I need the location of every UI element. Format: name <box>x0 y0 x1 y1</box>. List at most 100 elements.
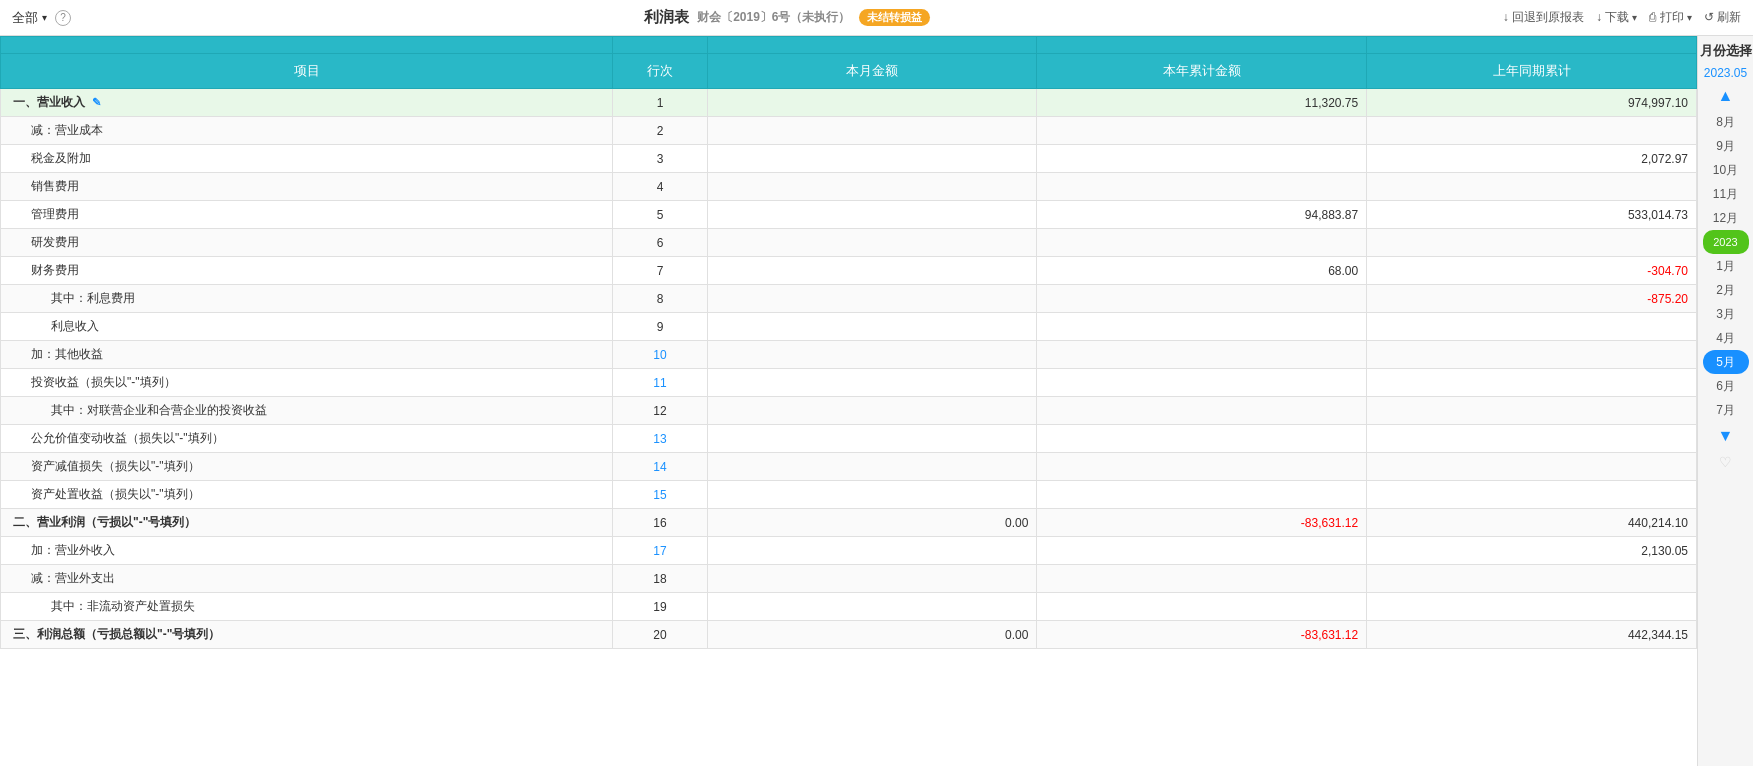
cell-year <box>1037 285 1367 313</box>
cell-item: 财务费用 <box>1 257 613 285</box>
cell-year: 94,883.87 <box>1037 201 1367 229</box>
col-header-year <box>1037 37 1367 54</box>
month-item[interactable]: 12月 <box>1703 206 1749 230</box>
cell-prev: 442,344.15 <box>1367 621 1697 649</box>
cell-month: 0.00 <box>707 509 1037 537</box>
month-item[interactable]: 7月 <box>1703 398 1749 422</box>
cell-month <box>707 89 1037 117</box>
cell-row-num: 18 <box>613 565 707 593</box>
cell-item: 减：营业成本 <box>1 117 613 145</box>
cell-item: 加：营业外收入 <box>1 537 613 565</box>
all-dropdown[interactable]: 全部 ▾ <box>12 9 47 27</box>
cell-prev <box>1367 397 1697 425</box>
cell-item: 资产减值损失（损失以"-"填列） <box>1 453 613 481</box>
cell-item: 利息收入 <box>1 313 613 341</box>
nav-down[interactable]: ▼ <box>1714 424 1738 448</box>
th-year: 本年累计金额 <box>1037 54 1367 89</box>
cell-prev <box>1367 117 1697 145</box>
cell-year <box>1037 229 1367 257</box>
month-item[interactable]: 1月 <box>1703 254 1749 278</box>
month-item[interactable]: 5月 <box>1703 350 1749 374</box>
cell-row-num: 12 <box>613 397 707 425</box>
cell-month <box>707 397 1037 425</box>
cell-month <box>707 425 1037 453</box>
top-bar-center: 利润表 财会〔2019〕6号（未执行） 未结转损益 <box>644 8 929 27</box>
cell-row-num: 15 <box>613 481 707 509</box>
cell-year <box>1037 397 1367 425</box>
cell-prev <box>1367 229 1697 257</box>
table-row: 其中：非流动资产处置损失19 <box>1 593 1697 621</box>
all-label: 全部 <box>12 9 38 27</box>
month-item[interactable]: 9月 <box>1703 134 1749 158</box>
cell-year <box>1037 173 1367 201</box>
status-badge: 未结转损益 <box>859 9 930 26</box>
cell-prev <box>1367 593 1697 621</box>
cell-year: -83,631.12 <box>1037 621 1367 649</box>
month-item[interactable]: 2月 <box>1703 278 1749 302</box>
table-row: 资产减值损失（损失以"-"填列）14 <box>1 453 1697 481</box>
month-item[interactable]: 2023 <box>1703 230 1749 254</box>
top-bar: 全部 ▾ ? 利润表 财会〔2019〕6号（未执行） 未结转损益 ↓ 回退到原报… <box>0 0 1753 36</box>
cell-year <box>1037 481 1367 509</box>
cell-year: 11,320.75 <box>1037 89 1367 117</box>
cell-year <box>1037 537 1367 565</box>
cell-item: 一、营业收入 ✎ <box>1 89 613 117</box>
question-icon[interactable]: ? <box>55 10 71 26</box>
cell-year <box>1037 145 1367 173</box>
cell-month <box>707 229 1037 257</box>
nav-heart[interactable]: ♡ <box>1714 450 1738 474</box>
cell-year <box>1037 565 1367 593</box>
cell-row-num: 3 <box>613 145 707 173</box>
cell-row-num: 14 <box>613 453 707 481</box>
download-arrow-icon: ▾ <box>1632 12 1637 23</box>
month-item[interactable]: 10月 <box>1703 158 1749 182</box>
top-bar-right: ↓ 回退到原报表 ↓ 下载 ▾ ⎙ 打印 ▾ ↺ 刷新 <box>1503 9 1741 26</box>
th-month: 本月金额 <box>707 54 1037 89</box>
cell-prev: -875.20 <box>1367 285 1697 313</box>
refresh-button[interactable]: ↺ 刷新 <box>1704 9 1741 26</box>
doc-info: 财会〔2019〕6号（未执行） <box>697 9 850 26</box>
cell-prev: 2,130.05 <box>1367 537 1697 565</box>
cell-month <box>707 201 1037 229</box>
month-item[interactable]: 8月 <box>1703 110 1749 134</box>
cell-row-num: 20 <box>613 621 707 649</box>
cell-month <box>707 369 1037 397</box>
table-row: 税金及附加32,072.97 <box>1 145 1697 173</box>
table-area: 项目 行次 本月金额 本年累计金额 上年同期累计 一、营业收入 ✎111,320… <box>0 36 1697 766</box>
cell-row-num: 4 <box>613 173 707 201</box>
cell-item: 三、利润总额（亏损总额以"-"号填列） <box>1 621 613 649</box>
cell-row-num: 5 <box>613 201 707 229</box>
table-row: 管理费用594,883.87533,014.73 <box>1 201 1697 229</box>
cell-prev <box>1367 565 1697 593</box>
print-button[interactable]: ⎙ 打印 ▾ <box>1649 9 1691 26</box>
cell-prev <box>1367 481 1697 509</box>
nav-up[interactable]: ▲ <box>1714 84 1738 108</box>
table-row: 减：营业成本2 <box>1 117 1697 145</box>
cell-year <box>1037 453 1367 481</box>
month-item[interactable]: 4月 <box>1703 326 1749 350</box>
cell-row-num: 1 <box>613 89 707 117</box>
col-header-prev <box>1367 37 1697 54</box>
table-row: 加：其他收益10 <box>1 341 1697 369</box>
th-item: 项目 <box>1 54 613 89</box>
cell-item: 其中：对联营企业和合营企业的投资收益 <box>1 397 613 425</box>
main-layout: 项目 行次 本月金额 本年累计金额 上年同期累计 一、营业收入 ✎111,320… <box>0 36 1753 766</box>
table-row: 公允价值变动收益（损失以"-"填列）13 <box>1 425 1697 453</box>
cell-prev <box>1367 341 1697 369</box>
cell-month <box>707 593 1037 621</box>
cell-row-num: 16 <box>613 509 707 537</box>
cell-prev <box>1367 425 1697 453</box>
edit-icon[interactable]: ✎ <box>89 96 101 108</box>
table-row: 其中：利息费用8-875.20 <box>1 285 1697 313</box>
back-button[interactable]: ↓ 回退到原报表 <box>1503 9 1584 26</box>
month-item[interactable]: 6月 <box>1703 374 1749 398</box>
cell-month <box>707 481 1037 509</box>
report-table: 项目 行次 本月金额 本年累计金额 上年同期累计 一、营业收入 ✎111,320… <box>0 36 1697 649</box>
table-row: 一、营业收入 ✎111,320.75974,997.10 <box>1 89 1697 117</box>
cell-month <box>707 173 1037 201</box>
download-button[interactable]: ↓ 下载 ▾ <box>1596 9 1637 26</box>
month-item[interactable]: 11月 <box>1703 182 1749 206</box>
cell-row-num: 17 <box>613 537 707 565</box>
cell-item: 二、营业利润（亏损以"-"号填列） <box>1 509 613 537</box>
month-item[interactable]: 3月 <box>1703 302 1749 326</box>
